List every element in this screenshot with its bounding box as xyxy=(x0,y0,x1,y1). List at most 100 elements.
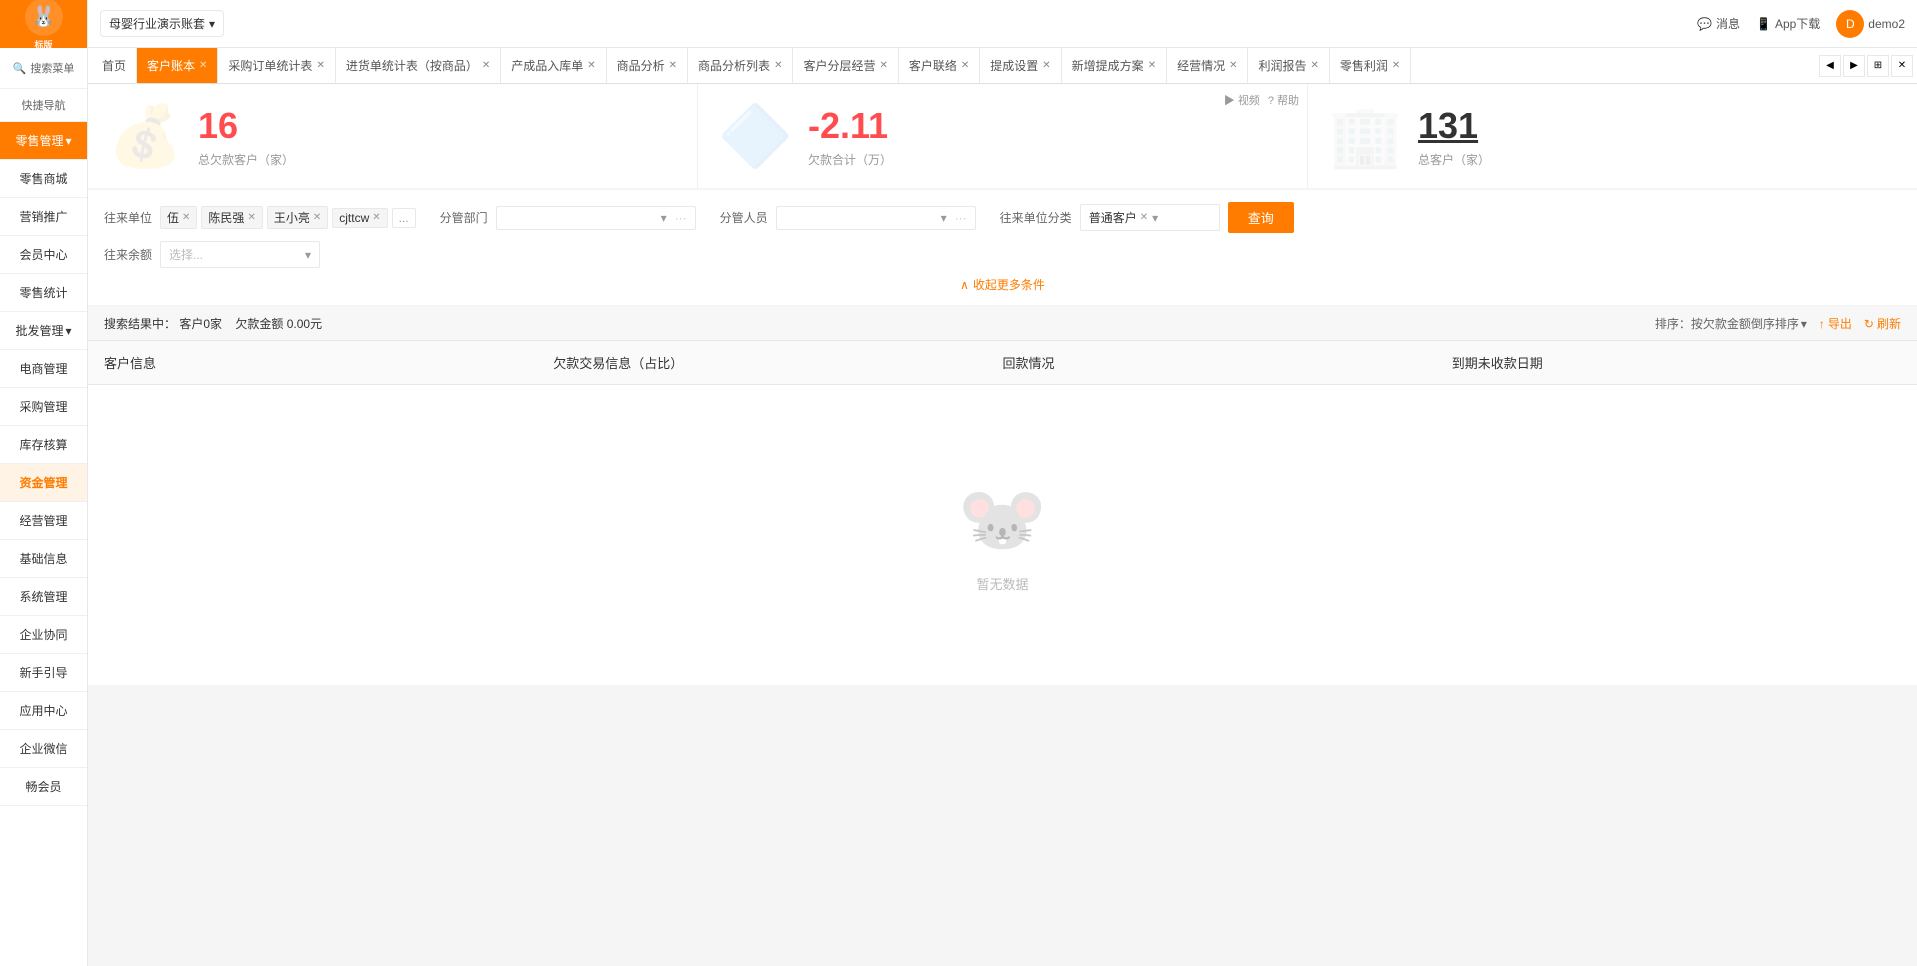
stat-bg-diamond-icon: 🔷 xyxy=(718,101,793,172)
sidebar-item-wechat[interactable]: 企业微信 xyxy=(0,730,87,768)
app-download-btn[interactable]: 📱 App下载 xyxy=(1756,15,1820,32)
refresh-btn[interactable]: ↻ 刷新 xyxy=(1864,315,1901,332)
quick-nav-btn[interactable]: 快捷导航 xyxy=(0,89,87,122)
filter-unit-more[interactable]: ... xyxy=(392,208,416,228)
tab-close-inbound-stats[interactable]: ✕ xyxy=(482,60,490,71)
result-info: 搜索结果中： 客户0家 欠款金额 0.00元 xyxy=(104,315,322,332)
sidebar-item-operations[interactable]: 经营管理 xyxy=(0,502,87,540)
tab-retail-profit[interactable]: 零售利润 ✕ xyxy=(1330,48,1411,84)
tab-close-product-analysis[interactable]: ✕ xyxy=(669,60,677,71)
sidebar-item-basic[interactable]: 基础信息 xyxy=(0,540,87,578)
filter-balance-arrow-icon: ▾ xyxy=(305,248,311,262)
tab-production-in[interactable]: 产成品入库单 ✕ xyxy=(501,48,606,84)
filter-tag-unit-1-close[interactable]: ✕ xyxy=(182,212,190,223)
tab-product-analysis[interactable]: 商品分析 ✕ xyxy=(607,48,688,84)
filter-tag-unit-4: cjttcw ✕ xyxy=(332,208,387,228)
tab-customer-balance[interactable]: 客户账本 ✕ xyxy=(137,48,218,84)
sidebar-item-ecommerce[interactable]: 电商管理 xyxy=(0,350,87,388)
query-button[interactable]: 查询 xyxy=(1228,202,1294,233)
user-menu[interactable]: D demo2 xyxy=(1836,10,1905,38)
tab-home[interactable]: 首页 xyxy=(92,48,137,84)
result-actions: 排序：按欠款金额倒序排序 ▾ ↑ 导出 ↻ 刷新 xyxy=(1655,315,1901,332)
sidebar-item-purchase[interactable]: 采购管理 xyxy=(0,388,87,426)
table-col-debt-info: 欠款交易信息（占比） xyxy=(553,353,1002,372)
filter-tag-unit-3: 王小亮 ✕ xyxy=(267,206,328,229)
tab-close-retail-profit[interactable]: ✕ xyxy=(1392,60,1400,71)
sidebar-item-inventory[interactable]: 库存核算 xyxy=(0,426,87,464)
tab-close-product-analysis-list[interactable]: ✕ xyxy=(774,60,782,71)
filter-category-select[interactable]: 普通客户 ✕ ▾ xyxy=(1080,204,1220,231)
tab-expand-btn[interactable]: ⊞ xyxy=(1867,55,1889,77)
topbar: 母婴行业演示账套 ▾ 💬 消息 📱 App下载 D demo2 xyxy=(88,0,1917,48)
sidebar-item-marketing[interactable]: 营销推广 xyxy=(0,198,87,236)
tab-customer-contact[interactable]: 客户联络 ✕ xyxy=(899,48,980,84)
table-header: 客户信息 欠款交易信息（占比） 回款情况 到期未收款日期 xyxy=(88,341,1917,385)
tab-purchase-orders[interactable]: 采购订单统计表 ✕ xyxy=(218,48,335,84)
tabbar: 首页 客户账本 ✕ 采购订单统计表 ✕ 进货单统计表（按商品） ✕ 产成品入库单… xyxy=(88,48,1917,84)
filter-dept-label: 分管部门 xyxy=(440,209,488,226)
filter-tag-unit-2-close[interactable]: ✕ xyxy=(247,212,255,223)
tab-close-new-promotion-plan[interactable]: ✕ xyxy=(1148,60,1156,71)
search-menu-button[interactable]: 🔍 搜索菜单 xyxy=(8,56,79,80)
tab-promotion-settings[interactable]: 提成设置 ✕ xyxy=(980,48,1061,84)
sidebar-item-retail-mall[interactable]: 零售商城 xyxy=(0,160,87,198)
tab-product-analysis-list[interactable]: 商品分析列表 ✕ xyxy=(688,48,793,84)
tab-close-promotion-settings[interactable]: ✕ xyxy=(1042,60,1050,71)
sort-label: 排序：按欠款金额倒序排序 xyxy=(1655,315,1799,332)
sidebar-item-member[interactable]: 会员中心 xyxy=(0,236,87,274)
sidebar-item-appstore[interactable]: 应用中心 xyxy=(0,692,87,730)
filter-person-select[interactable]: ▾ ··· xyxy=(776,206,976,230)
filter-category-arrow-icon: ▾ xyxy=(1152,211,1158,225)
tab-next-btn[interactable]: ▶ xyxy=(1843,55,1865,77)
filter-balance-select[interactable]: 选择... ▾ xyxy=(160,241,320,268)
tab-close-operations-status[interactable]: ✕ xyxy=(1229,60,1237,71)
tab-prev-btn[interactable]: ◀ xyxy=(1819,55,1841,77)
filter-tag-unit-3-close[interactable]: ✕ xyxy=(313,212,321,223)
sidebar-item-retail-mgmt[interactable]: 零售管理 ▾ xyxy=(0,122,87,160)
filter-category-tag-close[interactable]: ✕ xyxy=(1140,212,1148,223)
content-area: 💰 16 总欠款客户（家） 🔷 -2.11 欠款合计（万） ▶ 视频 ? 帮助 … xyxy=(88,84,1917,966)
export-btn[interactable]: ↑ 导出 xyxy=(1819,315,1852,332)
workspace-select[interactable]: 母婴行业演示账套 ▾ xyxy=(100,10,224,37)
filter-dept-select[interactable]: ▾ ··· xyxy=(496,206,696,230)
workspace-name: 母婴行业演示账套 xyxy=(109,15,205,32)
filter-person-extra-icon: ··· xyxy=(955,211,967,225)
sidebar-item-enterprise[interactable]: 企业协同 xyxy=(0,616,87,654)
filter-area: 往来单位 伍 ✕ 陈民强 ✕ 王小亮 ✕ cjttcw xyxy=(88,190,1917,305)
tab-close-customer-segment[interactable]: ✕ xyxy=(879,60,887,71)
sidebar-item-wholesale[interactable]: 批发管理 ▾ xyxy=(0,312,87,350)
sidebar-item-finance[interactable]: 资金管理 xyxy=(0,464,87,502)
sidebar-item-retail-stat[interactable]: 零售统计 xyxy=(0,274,87,312)
video-help-btn[interactable]: ▶ 视频 xyxy=(1224,92,1260,108)
search-menu-btn[interactable]: 🔍 搜索菜单 xyxy=(0,48,87,89)
message-btn[interactable]: 💬 消息 xyxy=(1697,15,1740,32)
sidebar-item-system[interactable]: 系统管理 xyxy=(0,578,87,616)
empty-icon: 🐭 xyxy=(958,477,1048,562)
logo: 🐰 标版 xyxy=(0,0,87,48)
stat-help: ▶ 视频 ? 帮助 xyxy=(1224,92,1299,108)
empty-state: 🐭 暂无数据 xyxy=(958,477,1048,593)
tab-operations-status[interactable]: 经营情况 ✕ xyxy=(1167,48,1248,84)
tab-customer-segment[interactable]: 客户分层经营 ✕ xyxy=(793,48,898,84)
tab-new-promotion-plan[interactable]: 新增提成方案 ✕ xyxy=(1062,48,1167,84)
tab-close-production-in[interactable]: ✕ xyxy=(587,60,595,71)
sort-select[interactable]: 排序：按欠款金额倒序排序 ▾ xyxy=(1655,315,1807,332)
quick-nav-button[interactable]: 快捷导航 xyxy=(22,97,66,113)
tab-close-all-btn[interactable]: ✕ xyxy=(1891,55,1913,77)
filter-tag-unit-4-close[interactable]: ✕ xyxy=(372,212,380,223)
filter-person-arrow-icon: ▾ xyxy=(941,211,947,225)
tab-close-purchase-orders[interactable]: ✕ xyxy=(316,60,324,71)
tab-inbound-stats[interactable]: 进货单统计表（按商品） ✕ xyxy=(336,48,501,84)
filter-category-tag: 普通客户 ✕ xyxy=(1089,209,1148,226)
stat-number-total: 131 xyxy=(1418,104,1478,147)
help-btn[interactable]: ? 帮助 xyxy=(1268,92,1299,108)
sidebar-item-member2[interactable]: 畅会员 xyxy=(0,768,87,806)
tab-close-customer-contact[interactable]: ✕ xyxy=(961,60,969,71)
tab-close-profit-report[interactable]: ✕ xyxy=(1311,60,1319,71)
filter-dept-extra-icon: ··· xyxy=(675,211,687,225)
tab-close-customer-balance[interactable]: ✕ xyxy=(199,60,207,71)
sidebar-item-newbie[interactable]: 新手引导 xyxy=(0,654,87,692)
tab-profit-report[interactable]: 利润报告 ✕ xyxy=(1248,48,1329,84)
collapse-btn[interactable]: ∧ 收起更多条件 xyxy=(952,276,1053,293)
filter-balance-placeholder: 选择... xyxy=(169,246,203,263)
